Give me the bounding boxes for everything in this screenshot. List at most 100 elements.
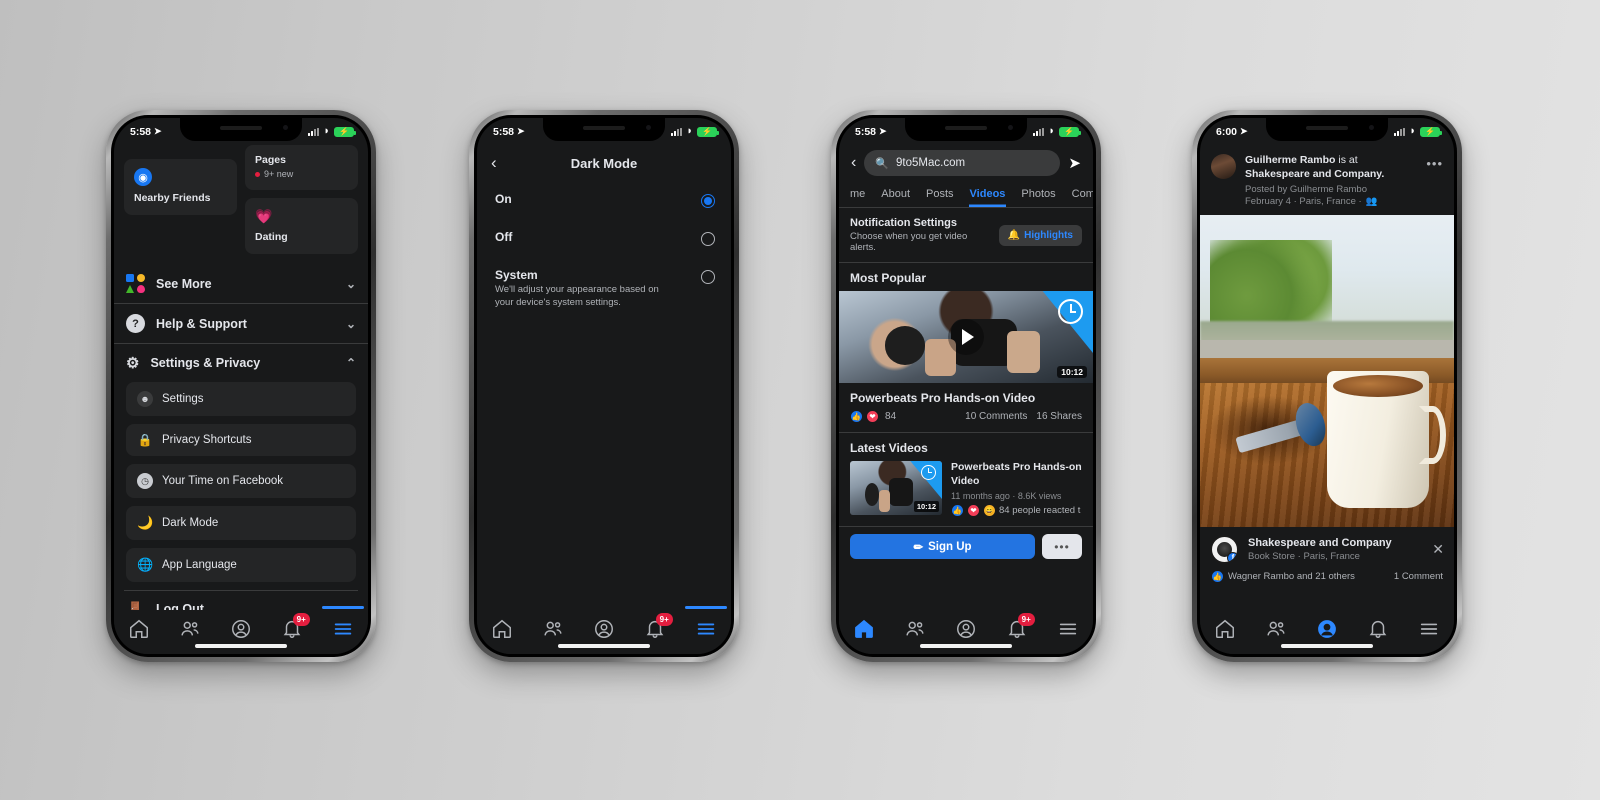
tab-friends[interactable]	[536, 616, 570, 642]
highlights-button[interactable]: 🔔 Highlights	[998, 224, 1082, 246]
shortcut-label: Pages	[255, 154, 286, 166]
tab-home[interactable]	[1208, 616, 1242, 642]
tab-community[interactable]: Community	[1071, 183, 1093, 207]
video-duration: 10:12	[913, 501, 939, 512]
tab-about[interactable]: About	[880, 183, 911, 207]
videos-scroll-area[interactable]: ‹ 🔍 9to5Mac.com ➤ me About Posts Videos …	[839, 145, 1093, 610]
tab-profile[interactable]	[1310, 616, 1344, 642]
speaker-icon	[1306, 126, 1348, 130]
tab-videos[interactable]: Videos	[969, 183, 1007, 207]
latest-video-thumbnail[interactable]: 10:12	[850, 461, 942, 515]
shortcut-pages[interactable]: Pages 9+ new	[245, 145, 358, 190]
option-description: We'll adjust your appearance based on yo…	[495, 284, 659, 308]
tab-friends[interactable]	[1259, 616, 1293, 642]
tab-friends[interactable]	[898, 616, 932, 642]
sub-item-app-language[interactable]: 🌐 App Language	[126, 548, 356, 582]
reaction-summary[interactable]: 👍 ❤ 84	[850, 410, 896, 423]
sub-item-privacy-shortcuts[interactable]: 🔒 Privacy Shortcuts	[126, 424, 356, 456]
tab-home[interactable]	[485, 616, 519, 642]
tab-notifications[interactable]: 9+	[1000, 613, 1035, 642]
most-popular-video-meta: 👍 ❤ 84 10 Comments 16 Shares	[839, 410, 1093, 432]
notch	[1266, 118, 1388, 141]
back-button[interactable]: ‹	[851, 154, 856, 172]
see-more-icon	[126, 274, 145, 293]
sign-up-button[interactable]: ✏ Sign Up	[850, 534, 1035, 560]
tab-menu[interactable]	[684, 606, 727, 642]
notch	[180, 118, 302, 141]
clock-icon	[921, 465, 936, 480]
tab-notifications[interactable]	[1361, 616, 1395, 642]
speaker-icon	[220, 126, 262, 130]
radio-off[interactable]	[701, 232, 715, 246]
tab-home[interactable]	[122, 616, 156, 642]
shares-count[interactable]: 16 Shares	[1036, 411, 1082, 422]
comments-count[interactable]: 10 Comments	[965, 411, 1027, 422]
page-logo[interactable]: f	[1210, 534, 1239, 564]
haha-icon: 😄	[983, 504, 996, 518]
menu-scroll-area[interactable]: ◉ Nearby Friends Pages 9+ new 💗 Dating S…	[114, 145, 368, 610]
tab-posts[interactable]: Posts	[925, 183, 955, 207]
tab-profile[interactable]	[587, 616, 621, 642]
comments-text[interactable]: 1 Comment	[1394, 571, 1443, 582]
search-input[interactable]: 🔍 9to5Mac.com	[864, 150, 1061, 176]
shortcut-dating[interactable]: 💗 Dating	[245, 198, 358, 254]
phone-menu-screen: 5:58 ➤ ◗ ⚡ ◉ Nearby Friends Pages 9+ new…	[106, 110, 376, 662]
menu-row-settings-privacy[interactable]: ⚙ Settings & Privacy ⌃	[114, 344, 368, 382]
notifications-badge: 9+	[292, 613, 310, 626]
tab-photos[interactable]: Photos	[1020, 183, 1056, 207]
likes-summary[interactable]: 👍 Wagner Rambo and 21 others	[1211, 569, 1355, 583]
option-on[interactable]: On	[477, 181, 731, 219]
tab-friends[interactable]	[173, 616, 207, 642]
more-options-button[interactable]: •••	[1042, 534, 1082, 560]
chevron-down-icon[interactable]: ⌄	[346, 277, 356, 291]
notification-settings-row[interactable]: Notification Settings Choose when you ge…	[839, 208, 1093, 262]
play-button[interactable]	[948, 319, 984, 355]
wifi-icon: ◗	[686, 125, 693, 137]
globe-icon: 🌐	[137, 557, 154, 572]
back-button[interactable]: ‹	[491, 153, 497, 173]
most-popular-video-title[interactable]: Powerbeats Pro Hands-on Video	[839, 383, 1093, 410]
menu-row-see-more[interactable]: See More ⌄	[114, 264, 368, 303]
tab-notifications[interactable]: 9+	[638, 613, 673, 642]
phone-videos-screen: 5:58 ➤ ◗ ⚡ ‹ 🔍 9to5Mac.com ➤ me About Pos…	[831, 110, 1101, 662]
battery-charging-icon: ⚡	[1420, 126, 1442, 137]
close-icon[interactable]: ✕	[1432, 541, 1444, 558]
share-arrow-icon[interactable]: ➤	[1068, 154, 1081, 172]
radio-on[interactable]	[701, 194, 715, 208]
post-place[interactable]: Shakespeare and Company.	[1245, 168, 1384, 180]
photo-coffee-surface	[1333, 374, 1423, 397]
sub-item-your-time-on-facebook[interactable]: ◷ Your Time on Facebook	[126, 464, 356, 498]
avatar[interactable]	[1211, 154, 1236, 179]
screen-videos: 5:58 ➤ ◗ ⚡ ‹ 🔍 9to5Mac.com ➤ me About Pos…	[839, 118, 1093, 654]
tab-profile[interactable]	[224, 616, 258, 642]
tab-menu[interactable]	[1412, 616, 1446, 642]
chevron-down-icon[interactable]: ⌄	[346, 317, 356, 331]
option-system[interactable]: System We'll adjust your appearance base…	[477, 257, 731, 321]
tab-menu[interactable]	[321, 606, 364, 642]
tab-notifications[interactable]: 9+	[275, 613, 310, 642]
post-photo[interactable]	[1200, 214, 1454, 527]
tab-home-page[interactable]: me	[849, 183, 866, 207]
tab-menu[interactable]	[1051, 616, 1085, 642]
status-time: 5:58	[855, 125, 877, 138]
option-off[interactable]: Off	[477, 219, 731, 257]
tab-profile[interactable]	[949, 616, 983, 642]
sub-item-settings[interactable]: ☻ Settings	[126, 382, 356, 416]
sub-item-dark-mode[interactable]: 🌙 Dark Mode	[126, 506, 356, 540]
chevron-up-icon[interactable]: ⌃	[346, 356, 356, 370]
menu-row-help-support[interactable]: ? Help & Support ⌄	[114, 304, 368, 343]
page-name[interactable]: Shakespeare and Company	[1248, 537, 1392, 549]
post-scroll-area[interactable]: Guilherme Rambo is at Shakespeare and Co…	[1200, 145, 1454, 610]
notification-settings-subtitle: Choose when you get video alerts.	[850, 231, 968, 253]
most-popular-video-thumbnail[interactable]: 10:12	[839, 291, 1093, 383]
shortcut-nearby-friends[interactable]: ◉ Nearby Friends	[124, 159, 237, 215]
latest-video-item[interactable]: 10:12 Powerbeats Pro Hands-on Video 11 m…	[839, 461, 1093, 526]
more-options-icon[interactable]: •••	[1426, 154, 1443, 171]
radio-system[interactable]	[701, 270, 715, 284]
tab-home[interactable]	[847, 616, 881, 642]
page-card[interactable]: f Shakespeare and Company Book Store · P…	[1200, 527, 1454, 570]
post-author[interactable]: Guilherme Rambo	[1245, 154, 1335, 166]
latest-video-title: Powerbeats Pro Hands-on Video	[951, 461, 1082, 487]
post-posted-by: Posted by Guilherme Rambo	[1245, 183, 1367, 195]
camera-icon	[1369, 125, 1374, 130]
